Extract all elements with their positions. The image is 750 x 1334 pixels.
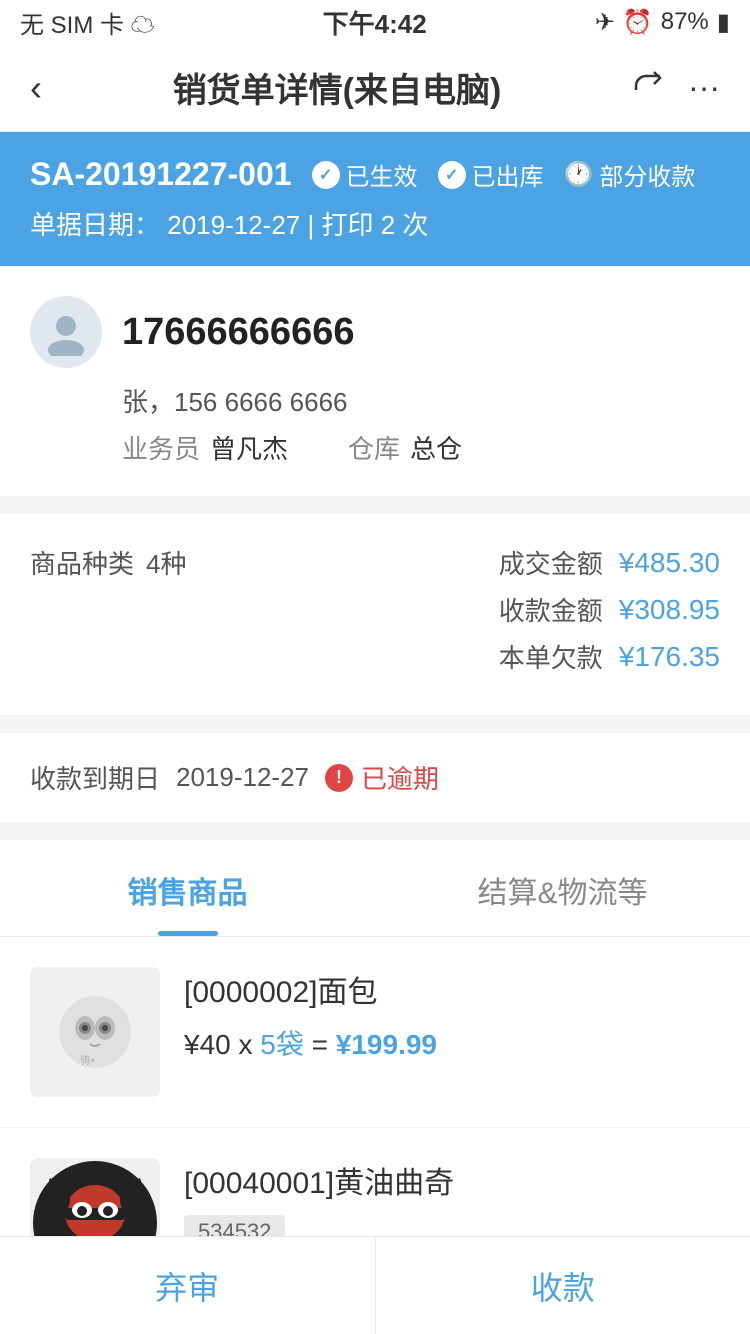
battery-icon: ▮ (717, 8, 730, 37)
battery-level: 87% (661, 8, 709, 36)
confirm-button[interactable]: 收款 (376, 1237, 750, 1334)
tab-sales-products[interactable]: 销售商品 (0, 840, 375, 936)
product-name-1: [0000002]面包 (184, 967, 720, 1011)
due-date-label: 收款到期日 (30, 759, 160, 796)
status-time: 下午4:42 (323, 4, 427, 41)
order-date-row: 单据日期： 2019-12-27 | 打印 2 次 (30, 205, 720, 242)
warehouse-value: 总仓 (410, 429, 462, 466)
sim-status: 无 SIM 卡 ☁ (20, 5, 155, 40)
product-price-1: ¥40 x 5袋 = ¥199.99 (184, 1023, 720, 1063)
price-base-1: ¥40 (184, 1029, 231, 1060)
page-title: 销货单详情(来自电脑) (173, 63, 502, 112)
salesperson-label: 业务员 (122, 429, 200, 466)
warehouse-info: 仓库 总仓 (348, 429, 462, 466)
nav-actions: ··· (632, 68, 720, 108)
overdue-icon: ! (325, 764, 353, 792)
equals-1: = (312, 1029, 336, 1060)
order-header-top: SA-20191227-001 ✓ 已生效 ✓ 已出库 🕐 部分收款 (30, 156, 720, 193)
cancel-button[interactable]: 弃审 (0, 1237, 376, 1334)
price-x-1: x (239, 1029, 261, 1060)
nav-bar: ‹ 销货单详情(来自电脑) ··· (0, 44, 750, 132)
received-amount-value: ¥308.95 (619, 594, 720, 626)
summary-left: 商品种类 4种 (30, 544, 186, 587)
deal-amount-value: ¥485.30 (619, 547, 720, 579)
clock-icon: 🕐 (564, 160, 594, 189)
tabs-section: 销售商品 结算&物流等 (0, 840, 750, 937)
svg-text:鸮+: 鸮+ (80, 1054, 96, 1067)
debt-value: ¥176.35 (619, 641, 720, 673)
check-icon-effective: ✓ (312, 161, 340, 189)
product-type-label: 商品种类 (30, 544, 134, 581)
status-partial: 🕐 部分收款 (564, 157, 696, 192)
deal-amount-label: 成交金额 (499, 544, 603, 581)
status-left: 无 SIM 卡 ☁ (20, 5, 155, 40)
status-effective: ✓ 已生效 (312, 157, 418, 192)
qty-1: 5袋 (260, 1029, 304, 1060)
debt-label: 本单欠款 (499, 638, 603, 675)
total-1: ¥199.99 (336, 1029, 437, 1060)
product-type-value: 4种 (146, 544, 186, 581)
order-header: SA-20191227-001 ✓ 已生效 ✓ 已出库 🕐 部分收款 单据日期：… (0, 132, 750, 266)
order-number: SA-20191227-001 (30, 156, 292, 193)
bottom-toolbar: 弃审 收款 (0, 1236, 750, 1334)
received-amount-label: 收款金额 (499, 591, 603, 628)
avatar (30, 296, 102, 368)
due-date-section: 收款到期日 2019-12-27 ! 已逾期 (0, 733, 750, 822)
product-name-2: [00040001]黄油曲奇 (184, 1158, 720, 1202)
status-right: ✈ ⏰ 87% ▮ (595, 8, 730, 37)
due-date-value: 2019-12-27 (176, 762, 309, 793)
customer-sub: 张，156 6666 6666 (122, 382, 720, 419)
debt-amount-row: 本单欠款 ¥176.35 (499, 638, 720, 675)
share-icon[interactable] (632, 68, 664, 108)
product-thumbnail-1: 鸮+ (30, 967, 160, 1097)
status-shipped: ✓ 已出库 (438, 157, 544, 192)
summary-right: 成交金额 ¥485.30 收款金额 ¥308.95 本单欠款 ¥176.35 (499, 544, 720, 685)
product-info-1: [0000002]面包 ¥40 x 5袋 = ¥199.99 (184, 967, 720, 1063)
status-bar: 无 SIM 卡 ☁ 下午4:42 ✈ ⏰ 87% ▮ (0, 0, 750, 44)
salesperson-value: 曾凡杰 (210, 429, 288, 466)
received-amount-row: 收款金额 ¥308.95 (499, 591, 720, 628)
customer-info-row: 业务员 曾凡杰 仓库 总仓 (122, 429, 720, 466)
check-icon-shipped: ✓ (438, 161, 466, 189)
deal-amount-row: 成交金额 ¥485.30 (499, 544, 720, 581)
overdue-text: 已逾期 (361, 759, 439, 796)
customer-section: 17666666666 张，156 6666 6666 业务员 曾凡杰 仓库 总… (0, 266, 750, 496)
warehouse-label: 仓库 (348, 429, 400, 466)
back-button[interactable]: ‹ (30, 67, 42, 109)
customer-name: 17666666666 (122, 311, 354, 354)
product-item: 鸮+ [0000002]面包 ¥40 x 5袋 = ¥199.99 (0, 937, 750, 1128)
overdue-badge: ! 已逾期 (325, 759, 439, 796)
location-icon: ✈ (595, 8, 615, 37)
salesperson-info: 业务员 曾凡杰 (122, 429, 288, 466)
more-icon[interactable]: ··· (688, 69, 720, 106)
summary-section: 商品种类 4种 成交金额 ¥485.30 收款金额 ¥308.95 本单欠款 ¥… (0, 514, 750, 715)
tab-settlement-logistics[interactable]: 结算&物流等 (375, 840, 750, 936)
product-type-row: 商品种类 4种 (30, 544, 186, 581)
alarm-icon: ⏰ (623, 8, 653, 37)
customer-top: 17666666666 (30, 296, 720, 368)
